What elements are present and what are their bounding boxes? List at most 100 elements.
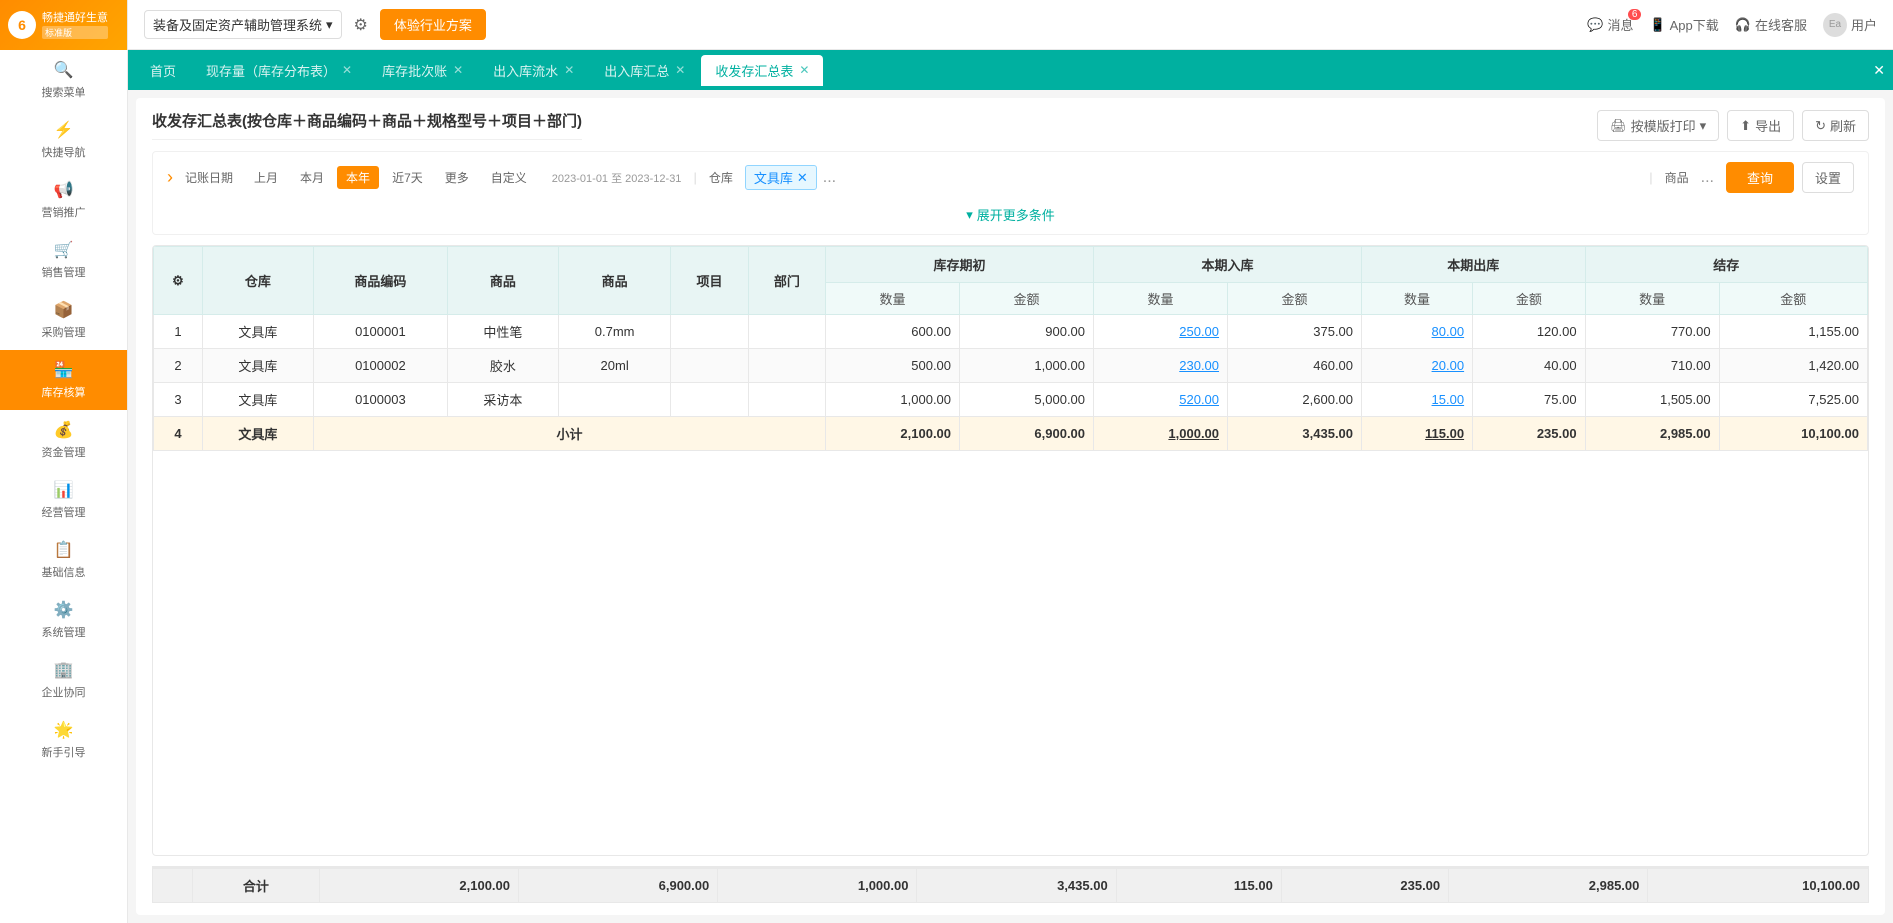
tab-recv-send[interactable]: 收发存汇总表✕ (701, 55, 823, 86)
sub-in-qty[interactable]: 1,000.00 (1094, 417, 1228, 451)
sub-close-amt: 10,100.00 (1719, 417, 1867, 451)
total-out-amt: 235.00 (1281, 869, 1448, 903)
sidebar-item-operations[interactable]: 📊经营管理 (0, 470, 127, 530)
export-button[interactable]: ⬆ 导出 (1727, 110, 1794, 141)
th-settings[interactable]: ⚙ (154, 247, 203, 315)
separator-2: | (1649, 170, 1652, 185)
tab-close-recv-send[interactable]: ✕ (799, 63, 809, 77)
cell-no-1: 2 (154, 349, 203, 383)
date-btn-更多[interactable]: 更多 (436, 166, 478, 189)
sidebar-item-purchase[interactable]: 📦采购管理 (0, 290, 127, 350)
tab-label-stock-dist: 现存量（库存分布表） (206, 61, 336, 80)
tab-close-flow[interactable]: ✕ (564, 63, 574, 77)
th-dept: 部门 (748, 247, 825, 315)
system-selector[interactable]: 装备及固定资产辅助管理系统 ▾ (144, 10, 342, 39)
cell-out-qty-2[interactable]: 15.00 (1362, 383, 1473, 417)
cell-out-qty-1[interactable]: 20.00 (1362, 349, 1473, 383)
th-in: 本期入库 (1094, 247, 1362, 283)
search-label: 搜索菜单 (42, 84, 86, 100)
operations-icon: 📊 (54, 480, 74, 500)
cell-dept-1 (748, 349, 825, 383)
expand-button[interactable]: ▾ 展开更多条件 (966, 205, 1055, 224)
warehouse-tag-text: 文具库 (754, 168, 793, 187)
warehouse-more-dots[interactable]: ... (823, 169, 836, 187)
date-btn-本月[interactable]: 本月 (291, 166, 333, 189)
tab-close-summary[interactable]: ✕ (675, 63, 685, 77)
th-out-amt: 金额 (1473, 283, 1586, 315)
filter-row-1: › 记账日期 上月本月本年近7天更多自定义 2023-01-01 至 2023-… (167, 162, 1854, 193)
table-row: 1 文具库 0100001 中性笔 0.7mm 600.00 900.00 25… (154, 315, 1868, 349)
date-buttons: 上月本月本年近7天更多自定义 (245, 166, 536, 189)
sidebar-item-finance[interactable]: 💰 资金管理 (0, 410, 127, 470)
tab-close-batch-ledger[interactable]: ✕ (453, 63, 463, 77)
cell-in-qty-0[interactable]: 250.00 (1094, 315, 1228, 349)
sales-label: 销售管理 (42, 264, 86, 280)
purchase-label: 采购管理 (42, 324, 86, 340)
sidebar-item-quicknav[interactable]: ⚡快捷导航 (0, 110, 127, 170)
warehouse-tag[interactable]: 文具库 ✕ (745, 165, 817, 190)
sidebar-item-marketing[interactable]: 📢营销推广 (0, 170, 127, 230)
cell-code-0: 0100001 (313, 315, 447, 349)
sidebar-item-system[interactable]: ⚙️系统管理 (0, 590, 127, 650)
warehouse-tag-close[interactable]: ✕ (797, 170, 808, 186)
phone-icon: 📱 (1649, 17, 1665, 33)
th-out-qty: 数量 (1362, 283, 1473, 315)
basic-icon: 📋 (54, 540, 74, 560)
cell-in-qty-1[interactable]: 230.00 (1094, 349, 1228, 383)
settings-icon[interactable]: ⚙ (354, 15, 368, 35)
subtotal-row: 4 文具库 小计 2,100.00 6,900.00 1,000.00 3,43… (154, 417, 1868, 451)
date-btn-近7天[interactable]: 近7天 (383, 166, 432, 189)
tab-close-stock-dist[interactable]: ✕ (342, 63, 352, 77)
th-in-amt: 金额 (1228, 283, 1362, 315)
total-label-cell (153, 869, 193, 903)
tab-flow[interactable]: 出入库流水✕ (479, 55, 588, 86)
print-button[interactable]: 🖨 按模版打印 ▾ (1597, 110, 1719, 141)
online-service-area[interactable]: 🎧 在线客服 (1735, 15, 1807, 34)
sidebar-item-corp[interactable]: 🏢企业协同 (0, 650, 127, 710)
trial-button[interactable]: 体验行业方案 (380, 9, 486, 40)
tab-stock-dist[interactable]: 现存量（库存分布表） ✕ (192, 55, 366, 86)
th-goods1: 商品 (447, 247, 558, 315)
sidebar-item-sales[interactable]: 🛒销售管理 (0, 230, 127, 290)
date-btn-自定义[interactable]: 自定义 (482, 166, 536, 189)
tab-home[interactable]: 首页 (136, 55, 190, 86)
close-all-tabs[interactable]: ✕ (1873, 62, 1885, 79)
total-out-qty: 115.00 (1116, 869, 1281, 903)
sub-out-qty[interactable]: 115.00 (1362, 417, 1473, 451)
query-button[interactable]: 查询 (1726, 162, 1794, 193)
collapse-btn[interactable]: › (167, 167, 173, 188)
messages-icon-area[interactable]: 💬 消息 6 (1587, 15, 1633, 34)
newbie-icon: 🌟 (54, 720, 74, 740)
content-area: 收发存汇总表(按仓库＋商品编码＋商品＋规格型号＋项目＋部门) 🖨 按模版打印 ▾… (128, 90, 1893, 923)
refresh-button[interactable]: ↻ 刷新 (1802, 110, 1869, 141)
total-close-amt: 10,100.00 (1648, 869, 1869, 903)
sidebar-item-inventory[interactable]: 🏪库存核算 (0, 350, 127, 410)
marketing-label: 营销推广 (42, 204, 86, 220)
th-open-amt: 金额 (960, 283, 1094, 315)
app-download-area[interactable]: 📱 App下载 (1649, 15, 1718, 34)
cell-open-qty-0: 600.00 (826, 315, 960, 349)
finance-icon: 💰 (54, 420, 74, 440)
date-btn-本年[interactable]: 本年 (337, 166, 379, 189)
sub-no: 4 (154, 417, 203, 451)
sidebar-item-search[interactable]: 🔍搜索菜单 (0, 50, 127, 110)
totals-table: 合计 2,100.00 6,900.00 1,000.00 3,435.00 1… (152, 868, 1869, 903)
goods-label: 商品 (1665, 169, 1689, 186)
cell-close-amt-0: 1,155.00 (1719, 315, 1867, 349)
date-btn-上月[interactable]: 上月 (245, 166, 287, 189)
sidebar-logo: 6 畅捷通好生意 标准版 (0, 0, 127, 50)
cell-in-qty-2[interactable]: 520.00 (1094, 383, 1228, 417)
finance-label: 资金管理 (42, 444, 86, 460)
cell-out-qty-0[interactable]: 80.00 (1362, 315, 1473, 349)
cell-close-amt-1: 1,420.00 (1719, 349, 1867, 383)
tab-summary[interactable]: 出入库汇总✕ (590, 55, 699, 86)
table-settings-button[interactable]: 设置 (1802, 162, 1854, 193)
page-title: 收发存汇总表(按仓库＋商品编码＋商品＋规格型号＋项目＋部门) (152, 110, 582, 140)
sidebar-item-newbie[interactable]: 🌟新手引导 (0, 710, 127, 770)
tab-batch-ledger[interactable]: 库存批次账✕ (368, 55, 477, 86)
expand-label: 展开更多条件 (977, 205, 1055, 224)
goods-more-dots[interactable]: ... (1701, 169, 1714, 187)
user-area[interactable]: Ea 用户 (1823, 13, 1877, 37)
sidebar-item-basic[interactable]: 📋基础信息 (0, 530, 127, 590)
cell-goods1-0: 中性笔 (447, 315, 558, 349)
